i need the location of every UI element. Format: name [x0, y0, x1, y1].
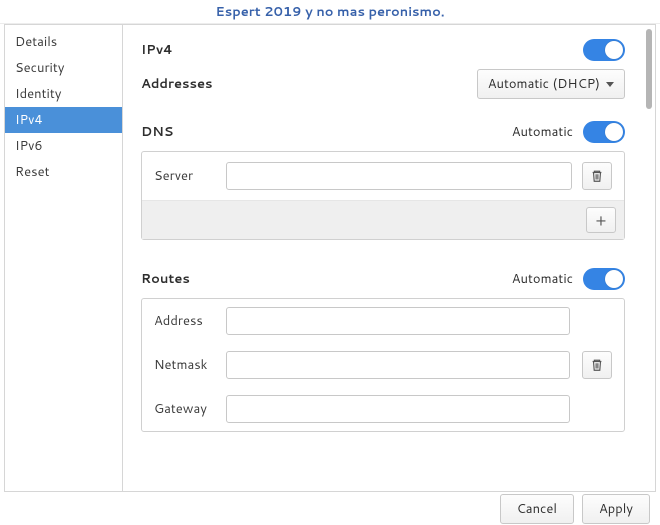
main-window: Details Security Identity IPv4 IPv6 Rese…	[4, 24, 656, 492]
chevron-down-icon	[606, 82, 614, 87]
sidebar: Details Security Identity IPv4 IPv6 Rese…	[5, 25, 123, 491]
sidebar-item-reset[interactable]: Reset	[5, 159, 122, 185]
content-pane: IPv4 Addresses Automatic (DHCP) DNS Auto…	[123, 25, 643, 491]
routes-automatic-toggle[interactable]	[583, 268, 625, 290]
route-delete-button[interactable]	[582, 351, 612, 379]
addresses-method-value: Automatic (DHCP)	[488, 75, 600, 93]
route-address-label: Address	[154, 312, 216, 330]
trash-icon	[590, 169, 604, 183]
dns-automatic-toggle[interactable]	[583, 121, 625, 143]
routes-panel: Address Netmask Gateway	[141, 298, 625, 432]
routes-label: Routes	[141, 270, 190, 288]
addresses-method-dropdown[interactable]: Automatic (DHCP)	[477, 69, 625, 99]
sidebar-item-details[interactable]: Details	[5, 29, 122, 55]
sidebar-item-ipv6[interactable]: IPv6	[5, 133, 122, 159]
trash-icon	[590, 358, 604, 372]
ipv4-toggle[interactable]	[583, 39, 625, 61]
routes-automatic-label: Automatic	[512, 270, 573, 288]
route-netmask-label: Netmask	[154, 356, 216, 374]
apply-button[interactable]: Apply	[582, 494, 650, 524]
route-netmask-input[interactable]	[226, 351, 570, 379]
scrollbar-thumb[interactable]	[646, 29, 652, 109]
route-address-input[interactable]	[226, 307, 570, 335]
sidebar-item-identity[interactable]: Identity	[5, 81, 122, 107]
sidebar-item-ipv4[interactable]: IPv4	[5, 107, 122, 133]
dns-server-input[interactable]	[226, 162, 572, 190]
dns-label: DNS	[141, 123, 174, 141]
scrollbar[interactable]	[643, 25, 655, 491]
dns-delete-button[interactable]	[582, 162, 612, 190]
dialog-footer: Cancel Apply	[0, 493, 660, 525]
dns-add-button[interactable]: +	[586, 207, 616, 233]
route-gateway-label: Gateway	[154, 400, 216, 418]
ipv4-heading: IPv4	[141, 41, 173, 59]
addresses-label: Addresses	[141, 75, 213, 93]
plus-icon: +	[596, 209, 607, 232]
dns-server-label: Server	[154, 167, 216, 185]
window-title: Espert 2019 y no mas peronismo.	[0, 0, 660, 24]
dns-panel: Server +	[141, 151, 625, 240]
route-gateway-input[interactable]	[226, 395, 570, 423]
cancel-button[interactable]: Cancel	[500, 494, 574, 524]
sidebar-item-security[interactable]: Security	[5, 55, 122, 81]
dns-automatic-label: Automatic	[512, 123, 573, 141]
